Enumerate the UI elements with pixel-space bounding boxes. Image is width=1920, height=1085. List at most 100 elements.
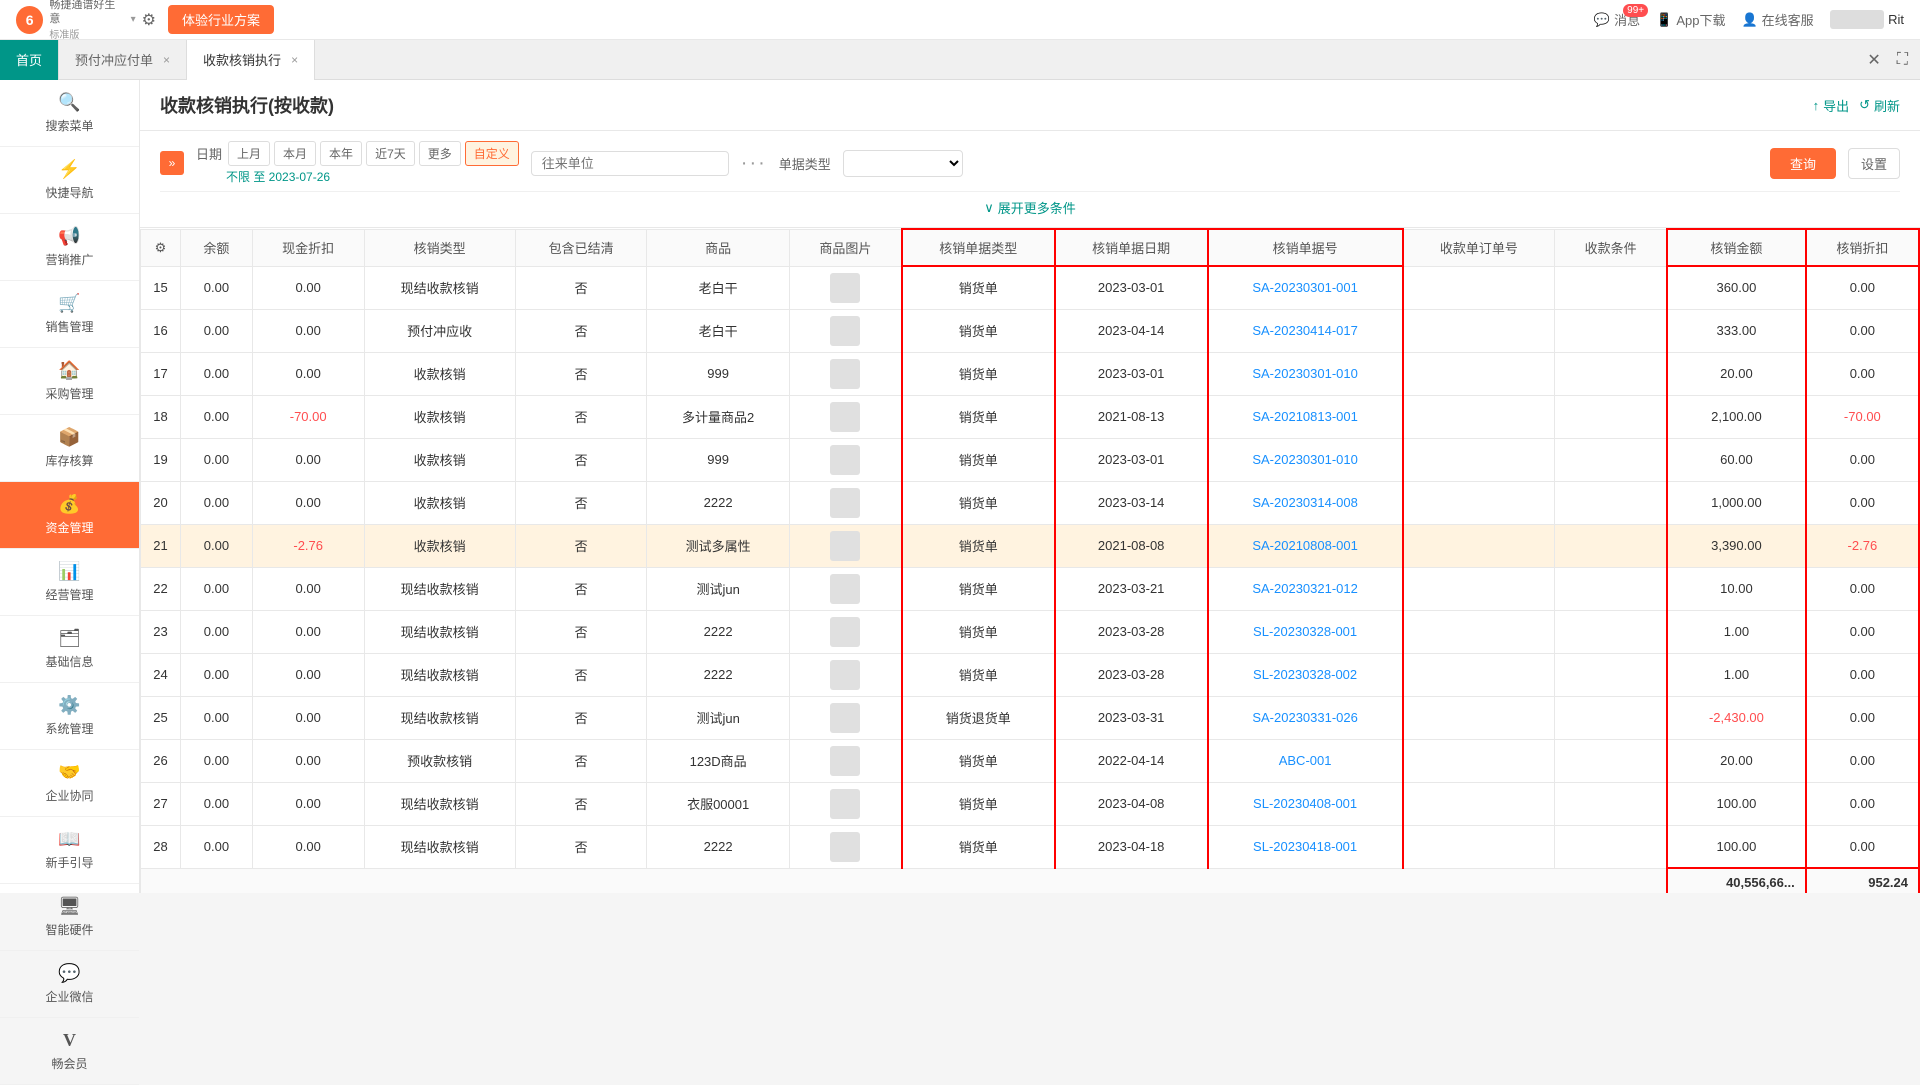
message-badge: 99+ — [1623, 4, 1648, 17]
table-row: 24 0.00 0.00 现结收款核销 否 2222 销货单 2023-03-2… — [141, 653, 1920, 696]
sidebar-item-guide[interactable]: 📖 新手引导 — [0, 817, 139, 884]
this-month-btn[interactable]: 本月 — [274, 141, 316, 166]
sidebar-item-purchase[interactable]: 🏠 采购管理 — [0, 348, 139, 415]
sidebar-item-hardware[interactable]: 🖥 智能硬件 — [0, 884, 139, 951]
user-name[interactable]: Rit — [1830, 10, 1904, 29]
refresh-icon: ↺ — [1859, 97, 1870, 113]
expand-more-btn[interactable]: ∨ 展开更多条件 — [984, 198, 1076, 217]
bill-no-link[interactable]: SL-20230328-001 — [1253, 624, 1357, 639]
td-bill-no: SA-20230301-010 — [1208, 352, 1403, 395]
bill-no-link[interactable]: SA-20210808-001 — [1252, 538, 1358, 553]
td-no: 24 — [141, 653, 181, 696]
sidebar-item-sales[interactable]: 🛒 销售管理 — [0, 281, 139, 348]
td-amount: 1.00 — [1667, 610, 1806, 653]
bill-no-link[interactable]: SL-20230328-002 — [1253, 667, 1357, 682]
export-button[interactable]: ↑ 导出 — [1813, 96, 1850, 115]
logo-icon: 6 — [16, 6, 43, 34]
sidebar-item-management[interactable]: 📊 经营管理 — [0, 549, 139, 616]
td-receipt-cond — [1555, 696, 1667, 739]
hardware-icon: 🖥 — [58, 896, 81, 917]
last-month-btn[interactable]: 上月 — [228, 141, 270, 166]
receipt-tab-label: 收款核销执行 — [203, 50, 281, 69]
filter-settings-button[interactable]: 设置 — [1848, 148, 1900, 179]
td-type: 收款核销 — [364, 438, 515, 481]
logo-dropdown-icon[interactable]: ▾ — [131, 14, 136, 25]
td-included: 否 — [515, 653, 647, 696]
td-discount: 0.00 — [1806, 309, 1919, 352]
more-date-btn[interactable]: 更多 — [419, 141, 461, 166]
td-no: 17 — [141, 352, 181, 395]
bill-no-link[interactable]: ABC-001 — [1279, 753, 1332, 768]
td-cash-discount: 0.00 — [252, 825, 364, 868]
last-7days-btn[interactable]: 近7天 — [366, 141, 415, 166]
bill-no-link[interactable]: SA-20230321-012 — [1252, 581, 1358, 596]
td-bill-type: 销货单 — [902, 266, 1055, 309]
query-button[interactable]: 查询 — [1770, 148, 1836, 179]
app-download-button[interactable]: 📱 App下载 — [1656, 10, 1725, 29]
td-goods-img — [789, 395, 901, 438]
sidebar-item-basic[interactable]: 🗂 基础信息 — [0, 616, 139, 683]
td-type: 现结收款核销 — [364, 610, 515, 653]
td-amount: 3,390.00 — [1667, 524, 1806, 567]
bill-no-link[interactable]: SA-20230301-010 — [1252, 366, 1358, 381]
trial-button[interactable]: 体验行业方案 — [168, 5, 274, 34]
bill-no-link[interactable]: SA-20230314-008 — [1252, 495, 1358, 510]
sidebar-item-corp[interactable]: 🤝 企业协同 — [0, 750, 139, 817]
expand-arrow-btn[interactable]: » — [160, 151, 184, 175]
td-type: 收款核销 — [364, 481, 515, 524]
receipt-tab-close-icon[interactable]: × — [291, 53, 298, 67]
bill-no-link[interactable]: SL-20230408-001 — [1253, 796, 1357, 811]
td-goods-img — [789, 782, 901, 825]
bill-type-select[interactable] — [843, 150, 963, 177]
custom-date-btn[interactable]: 自定义 — [465, 141, 519, 166]
sidebar-item-wechat[interactable]: 💬 企业微信 — [0, 951, 139, 1018]
td-receipt-order — [1403, 524, 1555, 567]
bill-no-link[interactable]: SL-20230418-001 — [1253, 839, 1357, 854]
messages-button[interactable]: 💬 消息 99+ — [1594, 10, 1640, 29]
bill-no-link[interactable]: SA-20210813-001 — [1252, 409, 1358, 424]
td-included: 否 — [515, 524, 647, 567]
refresh-button[interactable]: ↺ 刷新 — [1859, 96, 1900, 115]
this-year-btn[interactable]: 本年 — [320, 141, 362, 166]
online-service-button[interactable]: 👤 在线客服 — [1741, 10, 1813, 29]
tab-close-all-icon[interactable]: ✕ — [1863, 46, 1884, 74]
sidebar-item-search[interactable]: 🔍 搜索菜单 — [0, 80, 139, 147]
counterparty-input[interactable] — [531, 151, 729, 176]
tab-receipt[interactable]: 收款核销执行 × — [187, 40, 315, 80]
prepay-tab-close-icon[interactable]: × — [163, 53, 170, 67]
sidebar-item-system[interactable]: ⚙️ 系统管理 — [0, 683, 139, 750]
sidebar-item-inventory[interactable]: 📦 库存核算 — [0, 415, 139, 482]
td-bill-no: SA-20230331-026 — [1208, 696, 1403, 739]
bill-no-link[interactable]: SA-20230301-001 — [1252, 280, 1358, 295]
bill-no-link[interactable]: SA-20230414-017 — [1252, 323, 1358, 338]
sidebar-item-member[interactable]: V 畅会员 — [0, 1018, 139, 1085]
bill-no-link[interactable]: SA-20230331-026 — [1252, 710, 1358, 725]
td-cash-discount: 0.00 — [252, 696, 364, 739]
td-bill-date: 2021-08-13 — [1055, 395, 1208, 438]
tab-maximize-icon[interactable]: ⛶ — [1893, 47, 1912, 73]
th-amount: 核销金额 — [1667, 229, 1806, 266]
table-row: 26 0.00 0.00 预收款核销 否 123D商品 销货单 2022-04-… — [141, 739, 1920, 782]
sidebar-item-marketing[interactable]: 📢 营销推广 — [0, 214, 139, 281]
sidebar-item-finance[interactable]: 💰 资金管理 — [0, 482, 139, 549]
management-icon: 📊 — [58, 561, 80, 582]
td-receipt-order — [1403, 438, 1555, 481]
tab-home[interactable]: 首页 — [0, 40, 59, 80]
td-included: 否 — [515, 739, 647, 782]
filter-row-1: » 日期 上月 本月 本年 近7天 更多 自定义 — [160, 141, 1900, 185]
td-amount: 100.00 — [1667, 825, 1806, 868]
counterparty-dots[interactable]: ··· — [741, 152, 767, 175]
tab-prepay[interactable]: 预付冲应付单 × — [59, 40, 187, 80]
td-goods-img — [789, 653, 901, 696]
td-type: 收款核销 — [364, 352, 515, 395]
bill-no-link[interactable]: SA-20230301-010 — [1252, 452, 1358, 467]
th-settings[interactable]: ⚙ — [141, 229, 181, 266]
purchase-icon: 🏠 — [58, 360, 80, 381]
settings-icon[interactable]: ⚙ — [142, 10, 156, 30]
sidebar-item-quick[interactable]: ⚡ 快捷导航 — [0, 147, 139, 214]
basic-icon: 🗂 — [58, 628, 81, 649]
td-bill-no: SL-20230328-001 — [1208, 610, 1403, 653]
td-amount: 1,000.00 — [1667, 481, 1806, 524]
td-receipt-cond — [1555, 739, 1667, 782]
th-goods-img: 商品图片 — [789, 229, 901, 266]
